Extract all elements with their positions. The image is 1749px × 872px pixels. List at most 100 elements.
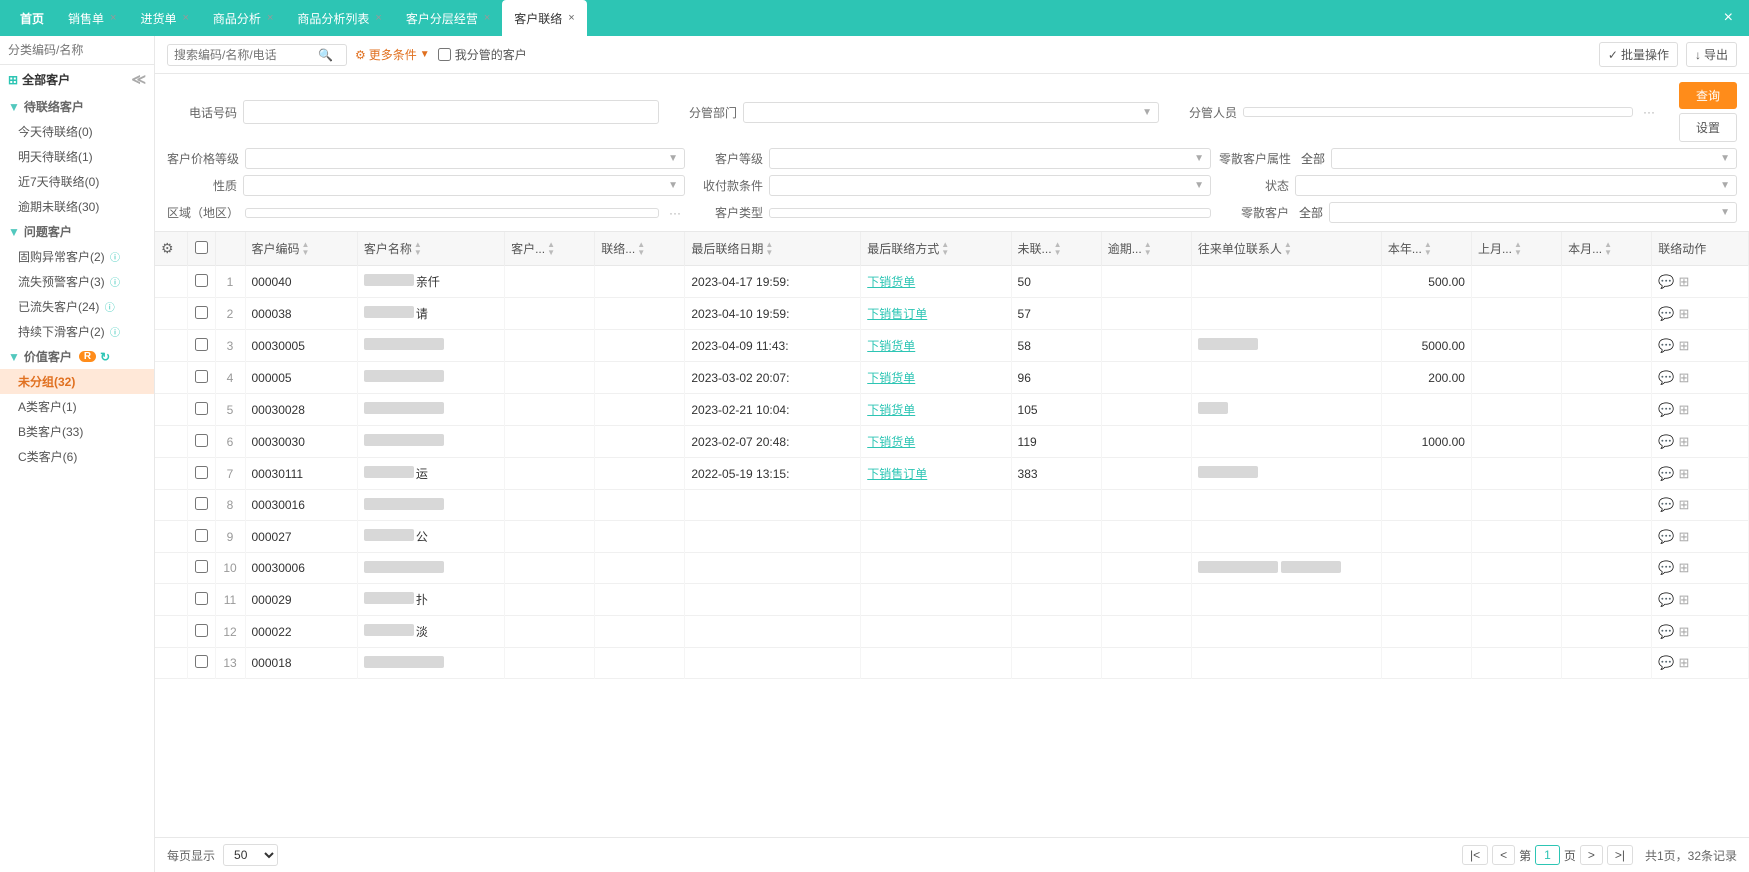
contact-method-link[interactable]: 下销货单 <box>867 435 915 449</box>
td-last-method[interactable] <box>861 490 1011 521</box>
row-checkbox[interactable] <box>195 402 208 415</box>
col-customer-type[interactable]: 客户... ▲▼ <box>505 232 595 266</box>
prev-page-btn[interactable]: < <box>1492 845 1515 865</box>
sidebar-group-value[interactable]: ▼ 价值客户 R ↻ <box>0 344 154 369</box>
sidebar-item-lost[interactable]: 已流失客户(24) ⓘ <box>0 294 154 319</box>
td-check[interactable] <box>187 330 215 362</box>
tab-home[interactable]: 首页 <box>8 0 56 36</box>
contact-method-link[interactable]: 下销货单 <box>867 275 915 289</box>
td-last-method[interactable]: 下销货单 <box>861 266 1011 298</box>
close-product-analysis-tab[interactable]: × <box>267 12 273 24</box>
row-checkbox[interactable] <box>195 306 208 319</box>
row-checkbox[interactable] <box>195 274 208 287</box>
col-select-all[interactable] <box>187 232 215 266</box>
dept-select[interactable]: ▼ <box>743 102 1159 123</box>
td-check[interactable] <box>187 648 215 679</box>
payment-select[interactable]: ▼ <box>769 175 1211 196</box>
grid-action-icon[interactable]: ⊞ <box>1678 466 1689 482</box>
query-button[interactable]: 查询 <box>1679 82 1737 109</box>
region-dots-icon[interactable]: ··· <box>665 206 685 220</box>
grid-action-icon[interactable]: ⊞ <box>1678 274 1689 290</box>
customer-grade-select[interactable]: ▼ <box>769 148 1211 169</box>
tab-purchase[interactable]: 进货单 × <box>128 0 200 36</box>
row-checkbox[interactable] <box>195 466 208 479</box>
main-search-icon[interactable]: 🔍 <box>318 48 333 62</box>
chat-icon[interactable]: 💬 <box>1658 624 1674 640</box>
contact-method-link[interactable]: 下销货单 <box>867 371 915 385</box>
col-this-year[interactable]: 本年... ▲▼ <box>1381 232 1471 266</box>
tab-customer-segment[interactable]: 客户分层经营 × <box>394 0 502 36</box>
col-last-method[interactable]: 最后联络方式 ▲▼ <box>861 232 1011 266</box>
retail-customer-select[interactable]: ▼ <box>1329 202 1737 223</box>
tab-product-analysis-list[interactable]: 商品分析列表 × <box>285 0 393 36</box>
sidebar-item-today[interactable]: 今天待联络(0) <box>0 119 154 144</box>
close-purchase-tab[interactable]: × <box>182 12 188 24</box>
td-last-method[interactable] <box>861 521 1011 553</box>
row-checkbox[interactable] <box>195 434 208 447</box>
row-checkbox[interactable] <box>195 338 208 351</box>
contact-method-link[interactable]: 下销货单 <box>867 403 915 417</box>
td-last-method[interactable]: 下销货单 <box>861 426 1011 458</box>
close-sales-tab[interactable]: × <box>110 12 116 24</box>
reset-button[interactable]: 设置 <box>1679 113 1737 142</box>
sidebar-item-declining[interactable]: 持续下滑客户(2) ⓘ <box>0 319 154 344</box>
col-settings[interactable]: ⚙ <box>155 232 187 266</box>
sidebar-item-a-class[interactable]: A类客户(1) <box>0 394 154 419</box>
refresh-icon[interactable]: ↻ <box>100 350 110 364</box>
collapse-sidebar-icon[interactable]: ≪ <box>131 71 146 88</box>
col-contact[interactable]: 联络... ▲▼ <box>595 232 685 266</box>
col-overdue[interactable]: 逾期... ▲▼ <box>1101 232 1191 266</box>
batch-ops-btn[interactable]: ✓ 批量操作 <box>1599 42 1678 67</box>
col-customer-code[interactable]: 客户编码 ▲▼ <box>245 232 357 266</box>
grid-action-icon[interactable]: ⊞ <box>1678 497 1689 513</box>
price-grade-select[interactable]: ▼ <box>245 148 685 169</box>
chat-icon[interactable]: 💬 <box>1658 529 1674 545</box>
nature-select[interactable]: ▼ <box>243 175 685 196</box>
col-inter-contact[interactable]: 往来单位联系人 ▲▼ <box>1191 232 1381 266</box>
td-check[interactable] <box>187 266 215 298</box>
sidebar-search-input[interactable] <box>8 43 155 57</box>
main-search-input[interactable] <box>174 48 314 62</box>
chat-icon[interactable]: 💬 <box>1658 434 1674 450</box>
td-check[interactable] <box>187 616 215 648</box>
sidebar-item-b-class[interactable]: B类客户(33) <box>0 419 154 444</box>
chat-icon[interactable]: 💬 <box>1658 306 1674 322</box>
last-page-btn[interactable]: >| <box>1607 845 1633 865</box>
customer-type-select[interactable] <box>769 208 1211 218</box>
person-select[interactable] <box>1243 107 1633 117</box>
col-last-month[interactable]: 上月... ▲▼ <box>1471 232 1561 266</box>
chat-icon[interactable]: 💬 <box>1658 370 1674 386</box>
sidebar-item-tomorrow[interactable]: 明天待联络(1) <box>0 144 154 169</box>
export-btn[interactable]: ↓ 导出 <box>1686 42 1737 67</box>
row-checkbox[interactable] <box>195 560 208 573</box>
sidebar-item-c-class[interactable]: C类客户(6) <box>0 444 154 469</box>
td-last-method[interactable] <box>861 553 1011 584</box>
row-checkbox[interactable] <box>195 592 208 605</box>
sidebar-group-pending[interactable]: ▼ 待联络客户 <box>0 94 154 119</box>
col-last-date[interactable]: 最后联络日期 ▲▼ <box>685 232 861 266</box>
sidebar-group-problem[interactable]: ▼ 问题客户 <box>0 219 154 244</box>
tab-sales[interactable]: 销售单 × <box>56 0 128 36</box>
status-select[interactable]: ▼ <box>1295 175 1737 196</box>
td-last-method[interactable]: 下销货单 <box>861 394 1011 426</box>
col-no-contact[interactable]: 未联... ▲▼ <box>1011 232 1101 266</box>
row-checkbox[interactable] <box>195 529 208 542</box>
row-checkbox[interactable] <box>195 655 208 668</box>
close-window-icon[interactable]: × <box>1716 9 1741 27</box>
contact-method-link[interactable]: 下销售订单 <box>867 467 927 481</box>
td-last-method[interactable]: 下销货单 <box>861 330 1011 362</box>
td-check[interactable] <box>187 362 215 394</box>
my-customers-checkbox[interactable]: 我分管的客户 <box>438 46 527 63</box>
chat-icon[interactable]: 💬 <box>1658 274 1674 290</box>
sidebar-item-overdue[interactable]: 逾期未联络(30) <box>0 194 154 219</box>
tab-customer-contact[interactable]: 客户联络 × <box>502 0 586 36</box>
chat-icon[interactable]: 💬 <box>1658 402 1674 418</box>
td-check[interactable] <box>187 426 215 458</box>
page-size-select[interactable]: 50 100 200 <box>223 844 278 866</box>
more-conditions-btn[interactable]: ⚙ 更多条件 ▼ <box>355 46 430 63</box>
td-check[interactable] <box>187 521 215 553</box>
phone-input[interactable] <box>243 100 659 124</box>
chat-icon[interactable]: 💬 <box>1658 338 1674 354</box>
row-checkbox[interactable] <box>195 624 208 637</box>
region-select[interactable] <box>245 208 659 218</box>
